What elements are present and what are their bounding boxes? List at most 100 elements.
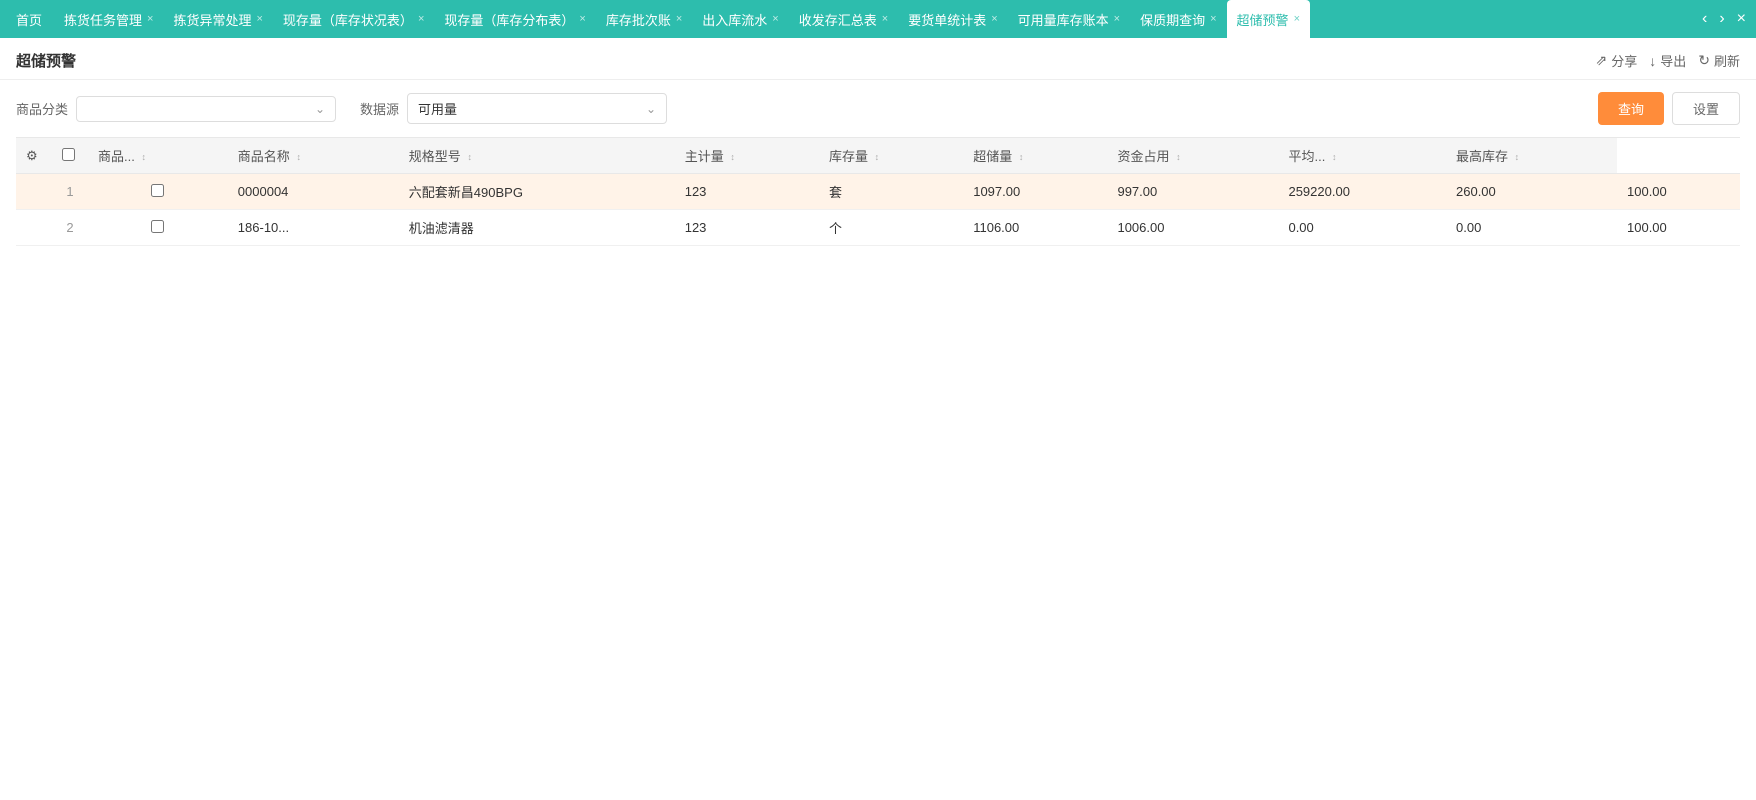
top-navigation: 首页 拣货任务管理×拣货异常处理×现存量（库存状况表）×现存量（库存分布表）×库…: [0, 0, 1756, 38]
nav-tab-close-icon[interactable]: ×: [1210, 13, 1216, 25]
filter-row: 商品分类 ⌄ 数据源 可用量 ⌄ 查询 设置: [0, 80, 1756, 137]
nav-home[interactable]: 首页: [4, 10, 54, 29]
category-select[interactable]: ⌄: [76, 96, 336, 122]
table-row: 1 0000004 六配套新昌490BPG 123 套 1097.00 997.…: [16, 174, 1740, 210]
table-row: 2 186-10... 机油滤清器 123 个 1106.00 1006.00 …: [16, 210, 1740, 246]
export-label: 导出: [1660, 51, 1686, 70]
col-name-header[interactable]: 商品名称 ↕: [228, 138, 399, 174]
row-checkbox-cell: [88, 210, 228, 246]
row-name: 机油滤清器: [399, 210, 675, 246]
nav-tab-label: 现存量（库存状况表）: [283, 10, 413, 29]
col-over-header[interactable]: 超储量 ↕: [963, 138, 1107, 174]
row-checkbox[interactable]: [151, 220, 164, 233]
nav-tab-label: 超储预警: [1237, 10, 1289, 29]
nav-tab-tab3[interactable]: 现存量（库存状况表） ×: [273, 0, 434, 38]
page-header: 超储预警 ⇗ 分享 ↓ 导出 ↻ 刷新: [0, 38, 1756, 80]
col-stock-header[interactable]: 库存量 ↕: [819, 138, 963, 174]
row-gear-cell: [16, 210, 52, 246]
col-gear-header[interactable]: ⚙: [16, 138, 52, 174]
col-name-sort-icon[interactable]: ↕: [296, 153, 301, 162]
page-actions: ⇗ 分享 ↓ 导出 ↻ 刷新: [1595, 51, 1740, 70]
row-capital: 0.00: [1278, 210, 1446, 246]
col-unit-sort-icon[interactable]: ↕: [730, 153, 735, 162]
col-unit-label: 主计量: [685, 149, 724, 164]
nav-tab-label: 可用量库存账本: [1018, 10, 1109, 29]
nav-tab-label: 拣货任务管理: [64, 10, 142, 29]
col-check-header[interactable]: [52, 138, 88, 174]
nav-tab-label: 现存量（库存分布表）: [444, 10, 574, 29]
share-button[interactable]: ⇗ 分享: [1595, 51, 1637, 70]
settings-button[interactable]: 设置: [1672, 92, 1740, 125]
col-maxstock-header[interactable]: 最高库存 ↕: [1446, 138, 1617, 174]
nav-tab-tab8[interactable]: 要货单统计表 ×: [898, 0, 1007, 38]
row-spec: 123: [675, 174, 819, 210]
row-stock: 1097.00: [963, 174, 1107, 210]
nav-tab-close-icon[interactable]: ×: [579, 13, 585, 25]
nav-tab-tab5[interactable]: 库存批次账×: [596, 0, 692, 38]
col-stock-sort-icon[interactable]: ↕: [875, 153, 880, 162]
col-stock-label: 库存量: [829, 149, 868, 164]
col-spec-header[interactable]: 规格型号 ↕: [399, 138, 675, 174]
col-avg-header[interactable]: 平均... ↕: [1278, 138, 1446, 174]
refresh-icon: ↻: [1698, 52, 1710, 69]
datasource-label: 数据源: [360, 99, 399, 118]
nav-tab-close-icon[interactable]: ×: [147, 13, 153, 25]
row-maxstock: 100.00: [1617, 210, 1740, 246]
row-gear-cell: [16, 174, 52, 210]
col-over-sort-icon[interactable]: ↕: [1019, 153, 1024, 162]
row-code: 0000004: [228, 174, 399, 210]
row-avg: 260.00: [1446, 174, 1617, 210]
category-filter: 商品分类 ⌄: [16, 96, 336, 122]
col-avg-sort-icon[interactable]: ↕: [1332, 153, 1337, 162]
row-checkbox[interactable]: [151, 184, 164, 197]
nav-tab-tab2[interactable]: 拣货异常处理 ×: [163, 0, 272, 38]
nav-tab-tab9[interactable]: 可用量库存账本 ×: [1008, 0, 1130, 38]
col-code-header[interactable]: 商品... ↕: [88, 138, 228, 174]
nav-next-arrow[interactable]: ›: [1713, 10, 1730, 28]
share-icon: ⇗: [1595, 52, 1607, 69]
col-maxstock-label: 最高库存: [1456, 149, 1508, 164]
gear-settings-icon[interactable]: ⚙: [26, 148, 38, 163]
page-content: 超储预警 ⇗ 分享 ↓ 导出 ↻ 刷新 商品分类 ⌄ 数据源: [0, 38, 1756, 800]
nav-tab-tab1[interactable]: 拣货任务管理 ×: [54, 0, 163, 38]
row-unit: 个: [819, 210, 963, 246]
datasource-select[interactable]: 可用量 ⌄: [407, 93, 667, 124]
col-capital-header[interactable]: 资金占用 ↕: [1107, 138, 1278, 174]
nav-tab-close-icon[interactable]: ×: [256, 13, 262, 25]
nav-tab-close-icon[interactable]: ×: [1114, 13, 1120, 25]
nav-tab-close-icon[interactable]: ×: [772, 13, 778, 25]
page-title: 超储预警: [16, 50, 76, 71]
query-button[interactable]: 查询: [1598, 92, 1664, 125]
row-number: 1: [52, 174, 88, 210]
nav-tab-tab11[interactable]: 超储预警 ×: [1227, 0, 1310, 38]
col-capital-label: 资金占用: [1117, 149, 1169, 164]
nav-tab-label: 要货单统计表: [908, 10, 986, 29]
col-spec-sort-icon[interactable]: ↕: [467, 153, 472, 162]
share-label: 分享: [1611, 51, 1637, 70]
nav-tab-label: 拣货异常处理: [173, 10, 251, 29]
main-table: ⚙ 商品... ↕ 商品名称 ↕ 规格型号 ↕: [16, 137, 1740, 246]
nav-close-all[interactable]: ×: [1731, 10, 1752, 28]
row-stock: 1106.00: [963, 210, 1107, 246]
export-button[interactable]: ↓ 导出: [1649, 51, 1686, 70]
col-code-sort-icon[interactable]: ↕: [141, 153, 146, 162]
nav-tab-close-icon[interactable]: ×: [991, 13, 997, 25]
col-unit-header[interactable]: 主计量 ↕: [675, 138, 819, 174]
nav-prev-arrow[interactable]: ‹: [1696, 10, 1713, 28]
nav-tab-label: 出入库流水: [702, 10, 767, 29]
nav-tab-tab10[interactable]: 保质期查询×: [1130, 0, 1226, 38]
refresh-button[interactable]: ↻ 刷新: [1698, 51, 1740, 70]
col-capital-sort-icon[interactable]: ↕: [1176, 153, 1181, 162]
nav-tab-tab4[interactable]: 现存量（库存分布表） ×: [434, 0, 595, 38]
nav-tab-close-icon[interactable]: ×: [882, 13, 888, 25]
nav-tab-close-icon[interactable]: ×: [676, 13, 682, 25]
nav-tab-tab7[interactable]: 收发存汇总表×: [789, 0, 898, 38]
row-name: 六配套新昌490BPG: [399, 174, 675, 210]
nav-tab-close-icon[interactable]: ×: [418, 13, 424, 25]
nav-tab-close-icon[interactable]: ×: [1294, 13, 1300, 25]
select-all-checkbox[interactable]: [62, 148, 75, 161]
refresh-label: 刷新: [1714, 51, 1740, 70]
col-maxstock-sort-icon[interactable]: ↕: [1515, 153, 1520, 162]
nav-tab-tab6[interactable]: 出入库流水 ×: [692, 0, 788, 38]
category-chevron-icon: ⌄: [315, 102, 325, 116]
